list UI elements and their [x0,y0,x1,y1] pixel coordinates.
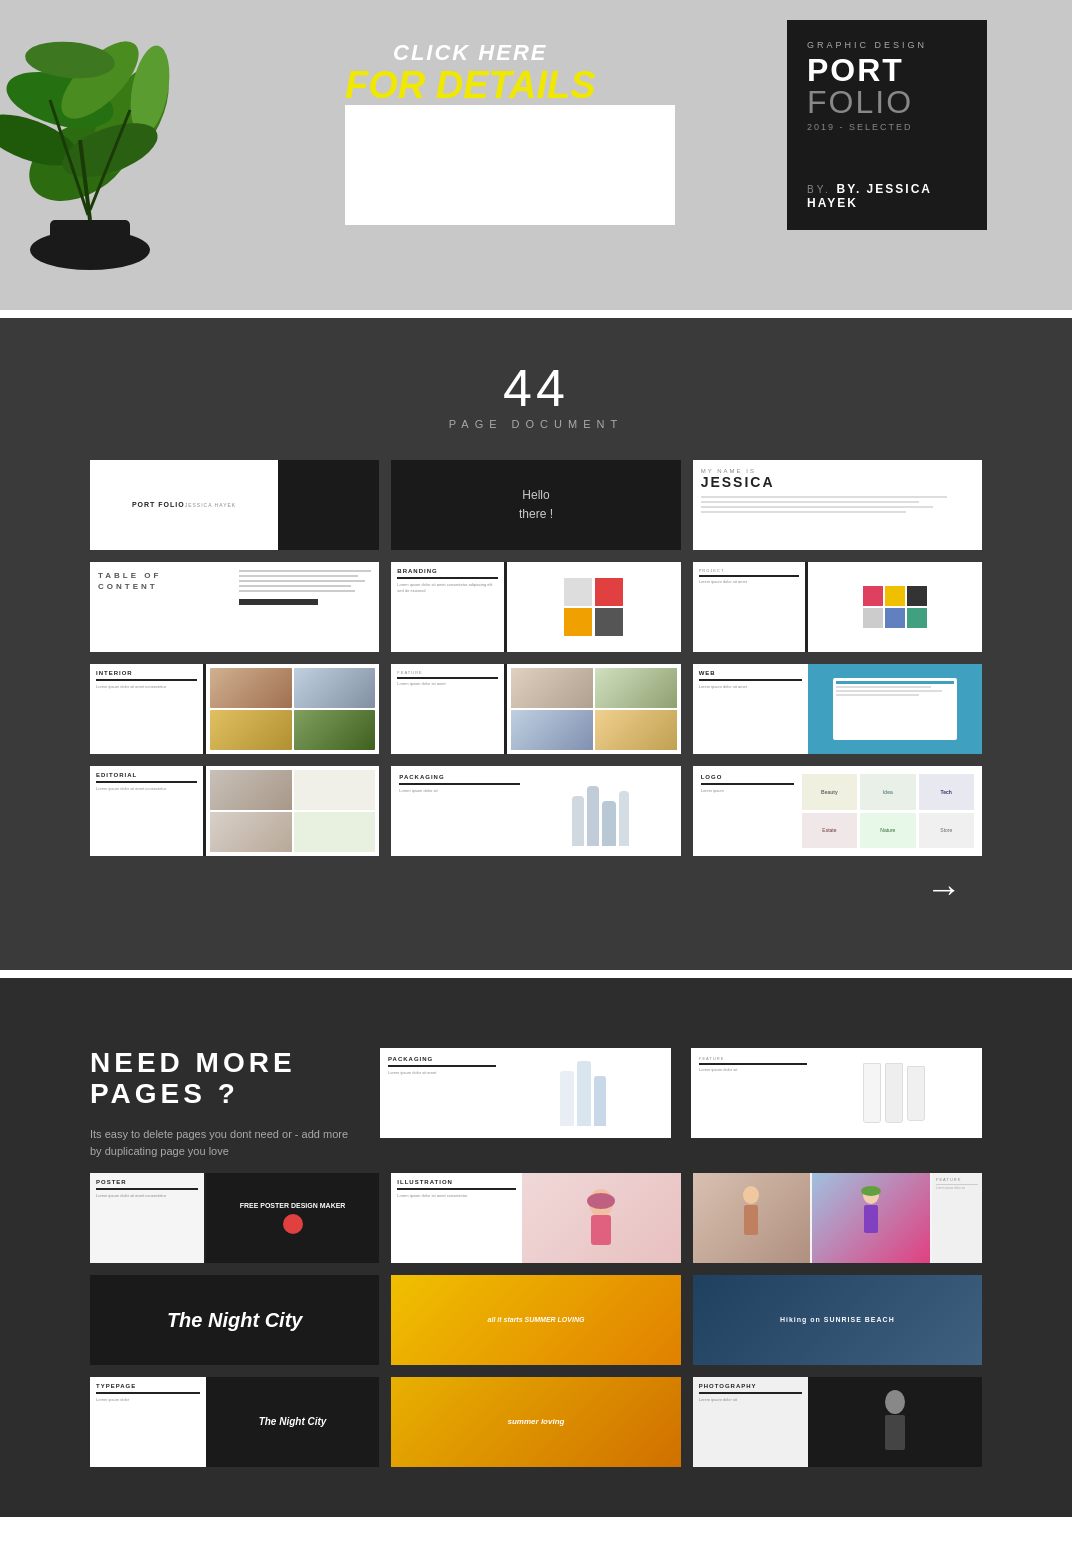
t1-subtitle: JESSICA HAYEK [185,502,237,508]
thumb-row-1: PORT FOLIO JESSICA HAYEK Hellothere ! MY… [90,460,982,550]
thumb-editorial[interactable]: EDITORIAL Lorem ipsum dolor sit amet con… [90,766,379,856]
jessica-label: JESSICA [701,474,974,490]
section-divider-2 [0,970,1072,978]
thumb-logo[interactable]: LOGO Lorem ipsum Beauty Idea Tech Estate… [693,766,982,856]
svg-rect-19 [864,1205,878,1233]
thumb-row-3: EDITORIAL Lorem ipsum dolor sit amet con… [90,766,982,856]
page-number: 44 [90,358,982,418]
pkg2-label: PACKAGING [388,1056,496,1062]
need-more-top-row: NEED MORE PAGES ? Its easy to delete pag… [90,1048,982,1161]
thumb-row-nm4: TYPEPAGE Lorem ipsum dolor The Night Cit… [90,1377,982,1467]
dark-section: 44 PAGE DOCUMENT PORT FOLIO JESSICA HAYE… [0,318,1072,970]
svg-point-15 [587,1193,615,1209]
toc-label: TABLE OFCONTENT [98,570,231,592]
hero-cta-area[interactable]: CLICK HERE For Details [345,40,596,104]
thumb-toc[interactable]: TABLE OFCONTENT [90,562,379,652]
hero-white-card [345,105,675,225]
thumb-interior1[interactable]: INTERIOR Lorem ipsum dolor sit amet cons… [90,664,379,754]
thumb-row-nm2: POSTER Lorem ipsum dolor sit amet consec… [90,1173,982,1263]
need-more-section: NEED MORE PAGES ? Its easy to delete pag… [0,978,1072,1517]
thumb-summer[interactable]: all it starts SUMMER LOVING [391,1275,680,1365]
graphic-design-label: GRAPHIC DESIGN [807,40,927,50]
fashion-figure1 [734,1183,769,1253]
for-details-text: For Details [345,66,596,104]
thumb-hiking[interactable]: Hiking on SUNRISE BEACH [693,1275,982,1365]
night-city-text: The Night City [167,1309,303,1331]
svg-point-16 [743,1186,759,1204]
thumb-fashion[interactable]: FEATURE Lorem ipsum dolor sit [693,1173,982,1263]
thumb-whitebag[interactable]: FEATURE Lorem ipsum dolor sit [691,1048,982,1138]
branding-label: BRANDING [397,568,498,574]
summer-text: all it starts SUMMER LOVING [488,1315,585,1324]
logo-label: LOGO [701,774,794,780]
hello-text: Hellothere ! [519,486,553,524]
web-label: WEB [699,670,803,676]
plant-svg [0,0,220,280]
jessica-lines [701,496,974,513]
thumb-interior2[interactable]: FEATURE Lorem ipsum dolor sit amet [391,664,680,754]
packaging-label: PACKAGING [399,774,520,780]
thumb-illustration[interactable]: ILLUSTRATION Lorem ipsum dolor sit amet … [391,1173,680,1263]
page-document-label: PAGE DOCUMENT [90,418,982,430]
click-here-text: CLICK HERE [345,40,596,66]
svg-rect-14 [591,1215,611,1245]
illustration-figure [576,1183,626,1253]
page-count-area: 44 PAGE DOCUMENT [90,358,982,430]
thumb-typepage[interactable]: TYPEPAGE Lorem ipsum dolor The Night Cit… [90,1377,379,1467]
free-poster-text: FREE POSTER DESIGN MAKER [240,1201,346,1210]
thumb-summer2[interactable]: summer loving [391,1377,680,1467]
need-more-title: NEED MORE PAGES ? [90,1048,360,1110]
svg-point-21 [885,1390,905,1414]
thumb-portfolio-cover[interactable]: PORT FOLIO JESSICA HAYEK [90,460,379,550]
arrow-area[interactable]: → [90,868,982,910]
hiking-text: Hiking on SUNRISE BEACH [780,1315,895,1325]
thumb-hello[interactable]: Hellothere ! [391,460,680,550]
thumb-web[interactable]: WEB Lorem ipsum dolor sit amet [693,664,982,754]
svg-rect-22 [885,1415,905,1450]
portfolio-title: PORT FOLIO [807,54,967,118]
svg-rect-1 [50,220,130,255]
svg-rect-17 [744,1205,758,1235]
by-label: BY. BY. JESSICA HAYEK [807,182,987,210]
thumb-jessica[interactable]: MY NAME IS JESSICA [693,460,982,550]
thumb-typography[interactable]: The Night City [90,1275,379,1365]
plant-decoration [0,0,220,280]
thumb-row-1b: TABLE OFCONTENT BRANDING Lorem ipsum dol… [90,562,982,652]
poster-label: POSTER [96,1179,198,1185]
thumb-branding[interactable]: BRANDING Lorem ipsum dolor sit amet cons… [391,562,680,652]
thumb-poster[interactable]: POSTER Lorem ipsum dolor sit amet consec… [90,1173,379,1263]
thumb-packaging[interactable]: PACKAGING Lorem ipsum dolor sit [391,766,680,856]
thumb-photography[interactable]: PHOTOGRAPHY Lorem ipsum dolor sit [693,1377,982,1467]
thumb-branding2[interactable]: PROJECT Lorem ipsum dolor sit amet [693,562,982,652]
thumb-packaging2[interactable]: PACKAGING Lorem ipsum dolor sit amet [380,1048,671,1138]
need-more-text-area: NEED MORE PAGES ? Its easy to delete pag… [90,1048,360,1161]
fashion-figure2 [854,1183,889,1253]
photography-label: PHOTOGRAPHY [699,1383,803,1389]
illus-label: ILLUSTRATION [397,1179,515,1185]
editorial-label: EDITORIAL [96,772,197,778]
year-label: 2019 - SELECTED [807,122,913,132]
typepage-label: TYPEPAGE [96,1383,200,1389]
section-divider-1 [0,310,1072,318]
need-more-desc: Its easy to delete pages you dont need o… [90,1126,360,1161]
interior-label: INTERIOR [96,670,197,676]
hero-black-panel: GRAPHIC DESIGN PORT FOLIO 2019 - SELECTE… [787,20,987,230]
arrow-right-icon[interactable]: → [926,868,962,910]
hero-section: CLICK HERE For Details GRAPHIC DESIGN PO… [0,0,1072,310]
svg-point-20 [861,1186,881,1196]
t1-portfoilo-text: PORT FOLIO [132,501,185,508]
thumb-row-2: INTERIOR Lorem ipsum dolor sit amet cons… [90,664,982,754]
photo-figure [875,1387,915,1457]
thumb-row-nm3: The Night City all it starts SUMMER LOVI… [90,1275,982,1365]
